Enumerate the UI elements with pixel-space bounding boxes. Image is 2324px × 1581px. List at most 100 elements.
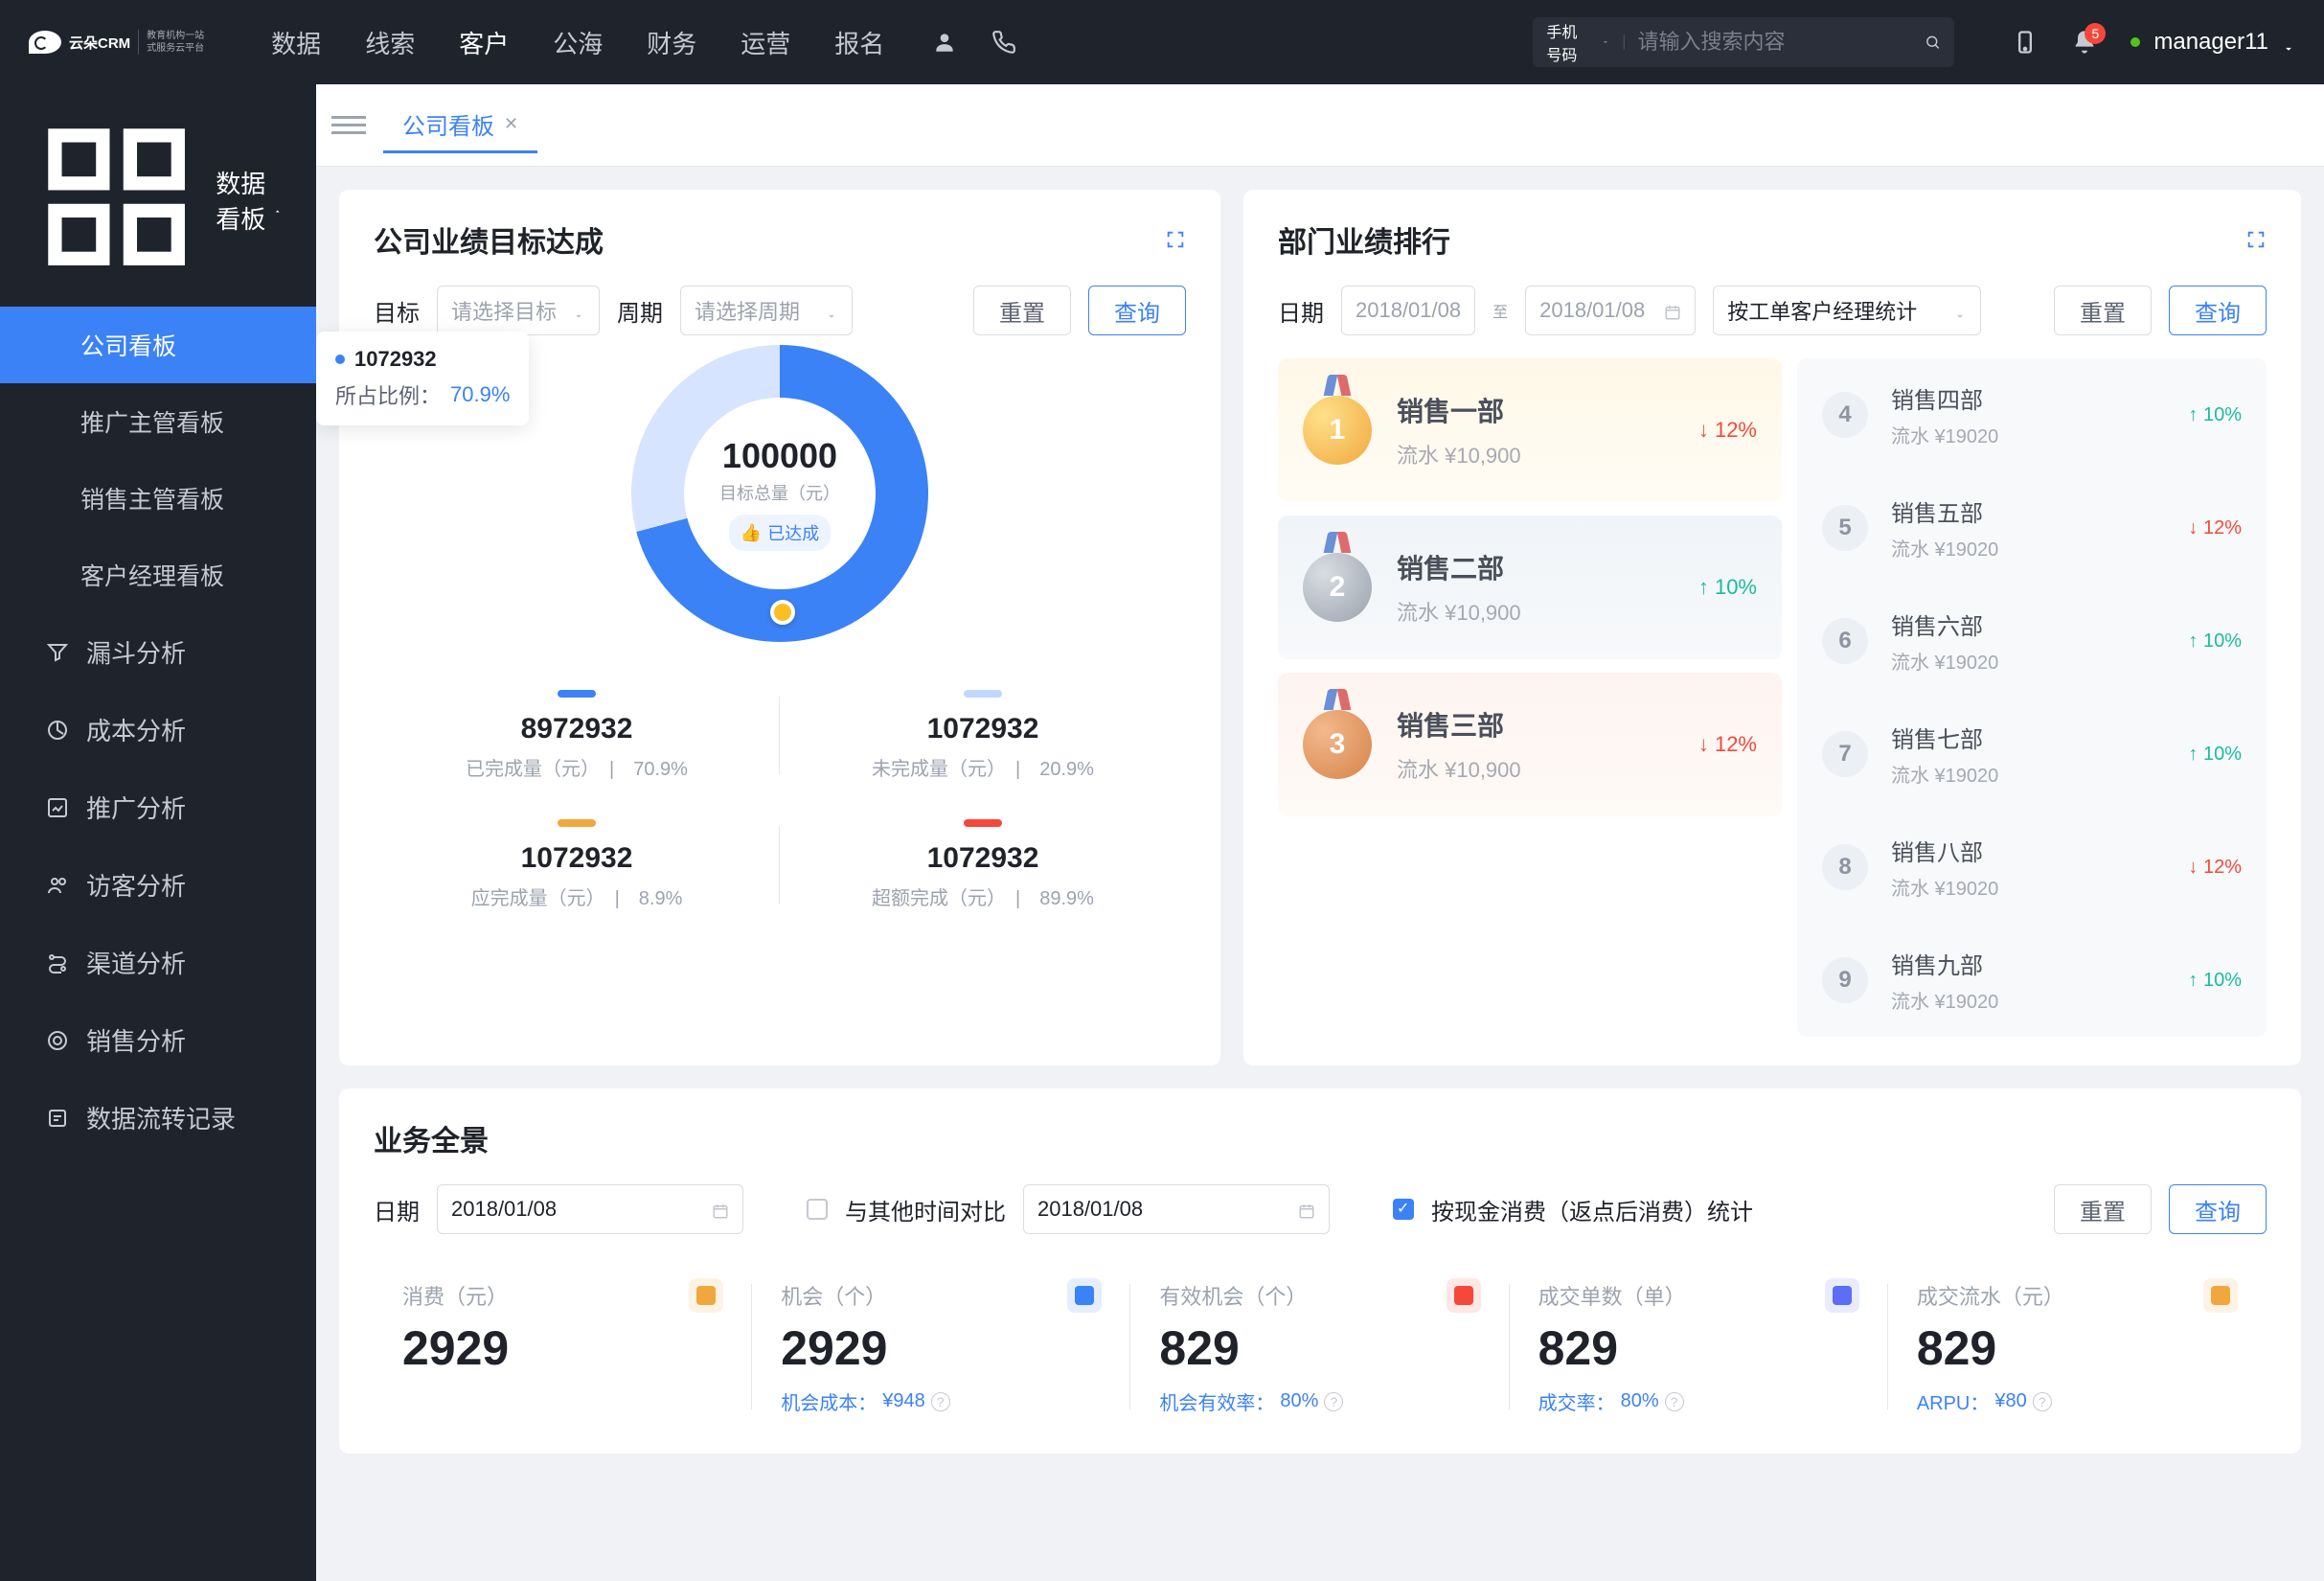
sidebar-icon — [46, 874, 69, 897]
donut-label: 目标总量（元） — [719, 480, 840, 505]
metric-item: 成交单数（单）829成交率：80%? — [1510, 1269, 1888, 1425]
top-nav: 数据 线索 客户 公海 财务 运营 报名 — [271, 25, 884, 60]
select-stat-by[interactable]: 按工单客户经理统计 — [1713, 286, 1981, 335]
topnav-item[interactable]: 数据 — [271, 25, 321, 60]
top-nav-icons — [932, 30, 1016, 55]
expand-icon[interactable] — [2245, 229, 2267, 250]
logo: 云朵CRM 教育机构一站式服务云平台 — [29, 30, 204, 55]
select-period[interactable]: 请选择周期 — [680, 286, 853, 335]
label-date: 日期 — [374, 1193, 420, 1226]
sidebar-icon — [46, 719, 69, 742]
rank-item[interactable]: 7销售七部流水 ¥19020↑ 10% — [1797, 698, 2267, 811]
help-icon[interactable]: ? — [1324, 1392, 1343, 1411]
query-button[interactable]: 查询 — [1088, 286, 1186, 335]
sidebar-item[interactable]: 推广分析 — [0, 768, 316, 846]
card-goal: 公司业绩目标达成 目标 请选择目标 周期 请选择周期 重置 查询 — [339, 190, 1220, 1065]
donut-knob-icon — [770, 600, 795, 625]
rank-item[interactable]: 8销售八部流水 ¥19020↓ 12% — [1797, 811, 2267, 924]
topnav-item[interactable]: 客户 — [459, 25, 509, 60]
sidebar-item[interactable]: 漏斗分析 — [0, 613, 316, 691]
metric-icon — [1825, 1278, 1859, 1313]
sidebar-sub-item[interactable]: 公司看板 — [0, 307, 316, 383]
sidebar-sub-item[interactable]: 销售主管看板 — [0, 460, 316, 537]
logo-subtitle: 教育机构一站式服务云平台 — [138, 30, 204, 55]
date-to-input[interactable]: 2018/01/08 — [1525, 286, 1696, 335]
topbar-right: 5 manager11 — [2012, 29, 2295, 56]
sidebar-item[interactable]: 渠道分析 — [0, 924, 316, 1001]
user-name: manager11 — [2153, 29, 2268, 56]
metric-item: 消费（元）2929 — [374, 1269, 752, 1425]
medal-icon: 2 — [1303, 553, 1372, 622]
rank-item[interactable]: 4销售四部流水 ¥19020↑ 10% — [1797, 358, 2267, 471]
search-type[interactable]: 手机号码 — [1546, 19, 1589, 65]
chevron-down-icon — [1601, 35, 1610, 49]
topnav-item[interactable]: 报名 — [834, 25, 884, 60]
reset-button[interactable]: 重置 — [2054, 286, 2152, 335]
help-icon[interactable]: ? — [931, 1392, 950, 1411]
sidebar-item[interactable]: 数据流转记录 — [0, 1079, 316, 1157]
card-rank: 部门业绩排行 日期 2018/01/08 至 2018/01/08 按工单客户经… — [1243, 190, 2301, 1065]
goal-stat: 1072932超额完成（元） | 89.9% — [780, 800, 1186, 929]
query-button[interactable]: 查询 — [2169, 286, 2267, 335]
help-icon[interactable]: ? — [2033, 1392, 2052, 1411]
sidebar-icon — [46, 1029, 69, 1052]
reset-button[interactable]: 重置 — [2054, 1184, 2152, 1234]
metric-icon — [2203, 1278, 2238, 1313]
rank-top-item[interactable]: 1销售一部流水 ¥10,900↓ 12% — [1278, 358, 1782, 502]
sidebar-item[interactable]: 访客分析 — [0, 846, 316, 924]
date-from-input[interactable]: 2018/01/08 — [1341, 286, 1475, 335]
goal-stat: 8972932已完成量（元） | 70.9% — [374, 671, 780, 800]
tab-company-board[interactable]: 公司看板 ✕ — [383, 98, 537, 153]
bell-icon[interactable]: 5 — [2071, 29, 2098, 56]
help-icon[interactable]: ? — [1665, 1392, 1684, 1411]
sidebar-item[interactable]: 销售分析 — [0, 1001, 316, 1079]
metric-icon — [1447, 1278, 1481, 1313]
user-icon[interactable] — [932, 30, 957, 55]
checkbox-cash[interactable] — [1393, 1199, 1414, 1220]
label-date: 日期 — [1278, 294, 1324, 328]
donut-value: 100000 — [719, 436, 840, 476]
rank-top-item[interactable]: 3销售三部流水 ¥10,900↓ 12% — [1278, 673, 1782, 816]
metric-item: 机会（个）2929机会成本：¥948? — [752, 1269, 1130, 1425]
user-menu[interactable]: manager11 — [2130, 29, 2295, 56]
expand-icon[interactable] — [1165, 229, 1186, 250]
rank-item[interactable]: 9销售九部流水 ¥19020↑ 10% — [1797, 924, 2267, 1037]
main-area: 公司看板 ✕ 公司业绩目标达成 目标 请选择目标 — [316, 84, 2324, 1581]
collapse-icon[interactable] — [331, 108, 366, 143]
date-input-2[interactable]: 2018/01/08 — [1023, 1184, 1330, 1234]
topnav-item[interactable]: 财务 — [647, 25, 696, 60]
metric-icon — [689, 1278, 723, 1313]
sidebar-icon — [46, 1107, 69, 1130]
select-target[interactable]: 请选择目标 — [437, 286, 600, 335]
device-icon[interactable] — [2012, 29, 2039, 56]
search-box: 手机号码 | — [1533, 17, 1954, 67]
date-input-1[interactable]: 2018/01/08 — [437, 1184, 743, 1234]
search-input[interactable] — [1637, 30, 1913, 55]
calendar-icon — [1664, 302, 1681, 319]
sidebar-item[interactable]: 成本分析 — [0, 691, 316, 768]
sidebar-group-data-board[interactable]: 数据看板 — [0, 94, 316, 307]
search-icon[interactable] — [1925, 31, 1941, 54]
metric-item: 有效机会（个）829机会有效率：80%? — [1130, 1269, 1509, 1425]
phone-icon[interactable] — [991, 30, 1016, 55]
rank-item[interactable]: 6销售六部流水 ¥19020↑ 10% — [1797, 584, 2267, 698]
rank-item[interactable]: 5销售五部流水 ¥19020↓ 12% — [1797, 471, 2267, 584]
chevron-down-icon — [2282, 35, 2295, 49]
goal-stat: 1072932应完成量（元） | 8.9% — [374, 800, 780, 929]
goal-stat: 1072932未完成量（元） | 20.9% — [780, 671, 1186, 800]
rank-top-item[interactable]: 2销售二部流水 ¥10,900↑ 10% — [1278, 516, 1782, 659]
reset-button[interactable]: 重置 — [973, 286, 1071, 335]
date-sep: 至 — [1492, 299, 1508, 322]
query-button[interactable]: 查询 — [2169, 1184, 2267, 1234]
checkbox-compare[interactable] — [807, 1199, 828, 1220]
topnav-item[interactable]: 运营 — [740, 25, 790, 60]
calendar-icon — [1298, 1201, 1315, 1218]
label-period: 周期 — [617, 294, 663, 328]
topnav-item[interactable]: 公海 — [553, 25, 603, 60]
sidebar-sub-item[interactable]: 客户经理看板 — [0, 537, 316, 613]
card-overview-title: 业务全景 — [374, 1117, 489, 1159]
label-target: 目标 — [374, 294, 420, 328]
close-icon[interactable]: ✕ — [504, 114, 518, 134]
topnav-item[interactable]: 线索 — [365, 25, 415, 60]
sidebar-sub-item[interactable]: 推广主管看板 — [0, 383, 316, 460]
